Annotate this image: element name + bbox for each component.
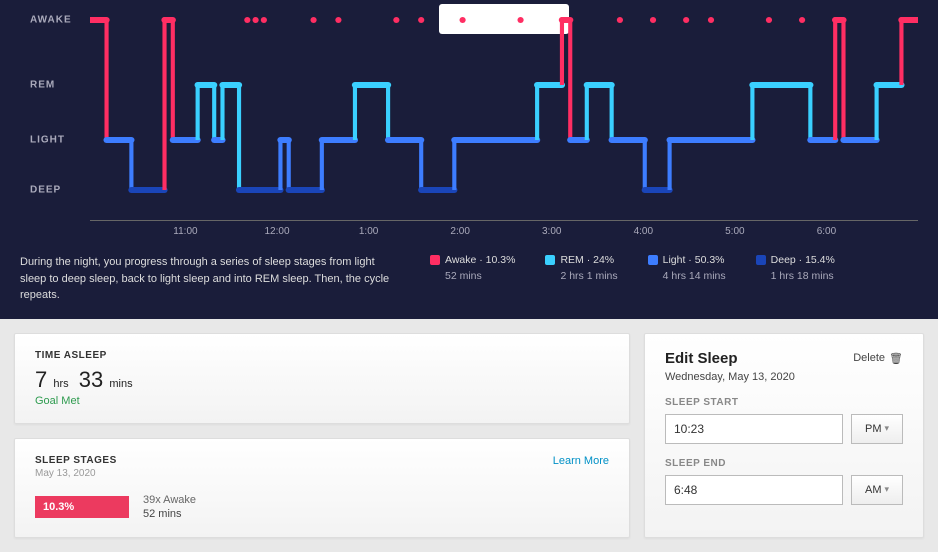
x-axis-label: 3:00 — [542, 226, 561, 237]
y-axis-label: REM — [30, 80, 55, 91]
edit-sleep-panel: Edit Sleep Delete 🗑 Wednesday, May 13, 2… — [644, 333, 924, 539]
sleep-start-input[interactable] — [665, 414, 843, 444]
stage-awake-count: 39x Awake — [143, 493, 196, 507]
x-axis-label: 11:00 — [173, 226, 197, 237]
x-axis-label: 12:00 — [265, 226, 290, 237]
y-axis-label: LIGHT — [30, 135, 65, 146]
x-axis-label: 6:00 — [817, 226, 836, 237]
legend-item: REM · 24%2 hrs 1 mins — [545, 254, 617, 282]
x-axis-label: 2:00 — [450, 226, 469, 237]
sleep-chart-panel: AWAKEREMLIGHTDEEP 11:0012:001:002:003:00… — [0, 0, 938, 319]
time-asleep-value: 7 hrs 33 mins — [35, 367, 609, 393]
sleep-stage-chart: AWAKEREMLIGHTDEEP — [90, 10, 918, 220]
sleep-stages-title: SLEEP STAGES — [35, 455, 117, 466]
learn-more-link[interactable]: Learn More — [553, 455, 609, 467]
sleep-start-ampm[interactable]: PM — [851, 414, 903, 444]
sleep-end-input[interactable] — [665, 475, 843, 505]
sleep-start-label: SLEEP START — [665, 397, 903, 408]
sleep-end-label: SLEEP END — [665, 458, 903, 469]
x-axis-label: 4:00 — [634, 226, 653, 237]
legend: Awake · 10.3%52 mins REM · 24%2 hrs 1 min… — [430, 254, 918, 282]
sleep-stages-date: May 13, 2020 — [35, 468, 117, 479]
legend-item: Light · 50.3%4 hrs 14 mins — [648, 254, 726, 282]
stage-awake-duration: 52 mins — [143, 507, 196, 521]
edit-sleep-title: Edit Sleep — [665, 350, 738, 367]
legend-item: Awake · 10.3%52 mins — [430, 254, 515, 282]
y-axis-label: AWAKE — [30, 15, 72, 26]
goal-met-label: Goal Met — [35, 395, 609, 407]
delete-button[interactable]: Delete 🗑 — [853, 352, 903, 365]
lower-panel: TIME ASLEEP 7 hrs 33 mins Goal Met SLEEP… — [0, 319, 938, 552]
legend-item: Deep · 15.4%1 hrs 18 mins — [756, 254, 835, 282]
time-asleep-title: TIME ASLEEP — [35, 350, 609, 361]
stage-bar-awake: 10.3% — [35, 496, 129, 518]
x-axis: 11:00 12:00 1:00 2:00 3:00 4:00 5:00 6:00 — [90, 220, 918, 240]
sleep-stages-card[interactable]: SLEEP STAGES May 13, 2020 Learn More 10.… — [14, 438, 630, 539]
y-axis-label: DEEP — [30, 185, 61, 196]
sleep-end-ampm[interactable]: AM — [851, 475, 903, 505]
edit-sleep-date: Wednesday, May 13, 2020 — [665, 371, 903, 383]
x-axis-label: 5:00 — [725, 226, 744, 237]
stage-row-awake: 10.3% 39x Awake 52 mins — [35, 493, 609, 522]
x-axis-label: 1:00 — [359, 226, 378, 237]
time-asleep-card[interactable]: TIME ASLEEP 7 hrs 33 mins Goal Met — [14, 333, 630, 424]
trash-icon: 🗑 — [889, 352, 903, 365]
chart-description: During the night, you progress through a… — [20, 254, 400, 304]
